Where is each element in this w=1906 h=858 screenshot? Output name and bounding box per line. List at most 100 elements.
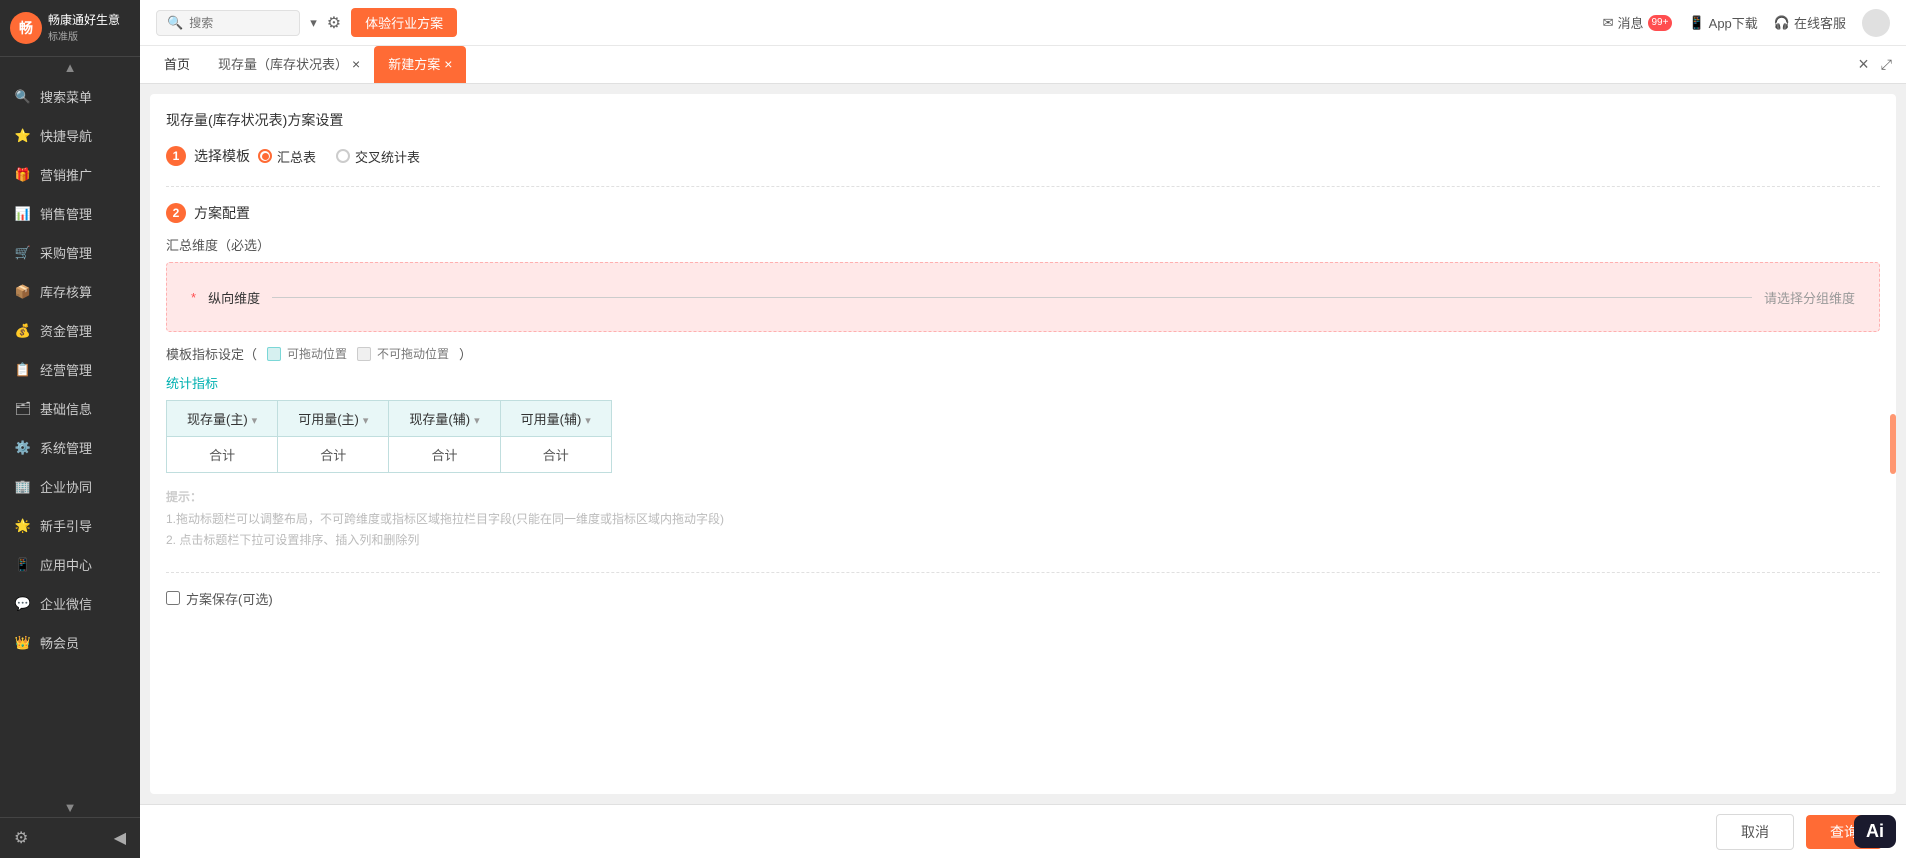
close-window-btn[interactable]: ×	[1854, 50, 1873, 79]
col-chevron-icon: ▾	[585, 415, 591, 427]
tab-home[interactable]: 首页	[150, 46, 204, 83]
app-center-icon: 📱	[14, 556, 32, 574]
audio-icon[interactable]: ◀	[114, 828, 126, 848]
col-chevron-icon: ▾	[363, 415, 369, 427]
sidebar-item-marketing[interactable]: 🎁 营销推广	[0, 155, 140, 194]
tips-item1: 1.拖动标题栏可以调整布局，不可跨维度或指标区域拖拉栏目字段(只能在同一维度或指…	[166, 512, 724, 526]
sidebar-item-wechat[interactable]: 💬 企业微信	[0, 584, 140, 623]
sidebar-scroll-up[interactable]: ▲	[0, 57, 140, 77]
new-guide-icon: 🌟	[14, 517, 32, 535]
enterprise-label: 企业协同	[40, 477, 92, 496]
radio-cross-label: 交叉统计表	[355, 147, 420, 166]
sales-icon: 📊	[14, 205, 32, 223]
save-checkbox[interactable]	[166, 591, 180, 605]
finance-label: 资金管理	[40, 321, 92, 340]
trial-btn[interactable]: 体验行业方案	[351, 8, 457, 37]
sidebar-item-basic-info[interactable]: 🗂 基础信息	[0, 389, 140, 428]
step1-header: 1 选择模板 汇总表 交叉统计表	[166, 146, 1880, 166]
dim-separator-line	[272, 297, 1752, 298]
tab-new-plan[interactable]: 新建方案 ×	[374, 46, 466, 83]
col-summary: 合计	[278, 437, 389, 473]
template-radio-group: 汇总表 交叉统计表	[258, 147, 420, 166]
sidebar-item-enterprise[interactable]: 🏢 企业协同	[0, 467, 140, 506]
purchase-label: 采购管理	[40, 243, 92, 262]
avatar[interactable]	[1862, 9, 1890, 37]
sidebar-nav: 🔍 搜索菜单 ⭐ 快捷导航 🎁 营销推广 📊 销售管理 🛒 采购管理 📦 库存核…	[0, 77, 140, 797]
save-row: 方案保存(可选)	[166, 589, 1880, 608]
step1-num: 1	[166, 146, 186, 166]
sidebar-item-operations[interactable]: 📋 经营管理	[0, 350, 140, 389]
topbar-right: ✉ 消息 99+ 📱 App下载 🎧 在线客服	[1603, 9, 1890, 37]
cancel-button[interactable]: 取消	[1716, 814, 1794, 850]
membership-label: 畅会员	[40, 633, 79, 652]
content-area: 现存量(库存状况表)方案设置 1 选择模板 汇总表 交叉统计表	[140, 84, 1906, 804]
online-service-btn[interactable]: 🎧 在线客服	[1774, 13, 1846, 32]
col-header[interactable]: 现存量(主)▾	[167, 401, 278, 437]
app-name: 畅康通好生意	[48, 13, 120, 29]
dropdown-trigger[interactable]: ▾	[310, 15, 317, 31]
app-tag: 标准版	[48, 28, 120, 43]
tab-new-plan-close[interactable]: ×	[444, 56, 452, 72]
sales-label: 销售管理	[40, 204, 92, 223]
sidebar-item-new-guide[interactable]: 🌟 新手引导	[0, 506, 140, 545]
col-header[interactable]: 可用量(主)▾	[278, 401, 389, 437]
tab-inventory-status[interactable]: 现存量（库存状况表） ×	[204, 46, 374, 83]
radio-cross[interactable]: 交叉统计表	[336, 147, 420, 166]
side-scrollbar[interactable]	[1890, 414, 1896, 474]
tab-home-label: 首页	[164, 54, 190, 73]
settings-icon[interactable]: ⚙	[14, 828, 28, 848]
sidebar-item-system[interactable]: ⚙️ 系统管理	[0, 428, 140, 467]
fixed-legend: 不可拖动位置	[357, 345, 449, 362]
search-box[interactable]: 🔍	[156, 10, 300, 36]
tab-inventory-close[interactable]: ×	[352, 56, 360, 72]
ai-badge: Ai	[1854, 815, 1896, 848]
operations-label: 经营管理	[40, 360, 92, 379]
search-input[interactable]	[189, 16, 289, 30]
fixed-legend-text: 不可拖动位置	[377, 345, 449, 362]
sidebar-item-app-center[interactable]: 📱 应用中心	[0, 545, 140, 584]
app-download-label: App下载	[1709, 13, 1758, 32]
enterprise-icon: 🏢	[14, 478, 32, 496]
step2-header: 2 方案配置	[166, 203, 1880, 223]
sidebar-item-finance[interactable]: 💰 资金管理	[0, 311, 140, 350]
search-menu-icon: 🔍	[14, 88, 32, 106]
tab-new-plan-label: 新建方案	[388, 54, 440, 73]
sidebar-item-sales[interactable]: 📊 销售管理	[0, 194, 140, 233]
col-header[interactable]: 现存量(辅)▾	[389, 401, 500, 437]
col-header[interactable]: 可用量(辅)▾	[500, 401, 611, 437]
system-label: 系统管理	[40, 438, 92, 457]
sidebar-item-search-menu[interactable]: 🔍 搜索菜单	[0, 77, 140, 116]
expand-window-btn[interactable]: ⤢	[1877, 52, 1896, 77]
radio-summary[interactable]: 汇总表	[258, 147, 316, 166]
settings-panel: 现存量(库存状况表)方案设置 1 选择模板 汇总表 交叉统计表	[150, 94, 1896, 794]
app-center-label: 应用中心	[40, 555, 92, 574]
app-logo-icon: 畅	[10, 12, 42, 44]
tips-item2: 2. 点击标题栏下拉可设置排序、插入列和删除列	[166, 533, 419, 547]
chevron-down-icon: ▾	[310, 15, 317, 31]
save-label[interactable]: 方案保存(可选)	[186, 589, 273, 608]
wechat-label: 企业微信	[40, 594, 92, 613]
tips-section: 提示： 1.拖动标题栏可以调整布局，不可跨维度或指标区域拖拉栏目字段(只能在同一…	[166, 487, 1880, 552]
gear-icon[interactable]: ⚙	[327, 13, 341, 33]
step2-label: 方案配置	[194, 203, 250, 223]
stats-title: 统计指标	[166, 373, 1880, 392]
step1-section: 1 选择模板 汇总表 交叉统计表	[166, 146, 1880, 166]
sidebar-item-purchase[interactable]: 🛒 采购管理	[0, 233, 140, 272]
sidebar-item-membership[interactable]: 👑 畅会员	[0, 623, 140, 662]
messages-btn[interactable]: ✉ 消息 99+	[1603, 13, 1673, 32]
step1-label: 选择模板	[194, 146, 250, 166]
sidebar-item-inventory[interactable]: 📦 库存核算	[0, 272, 140, 311]
membership-icon: 👑	[14, 634, 32, 652]
sidebar-item-quick-nav[interactable]: ⭐ 快捷导航	[0, 116, 140, 155]
message-icon: ✉	[1603, 15, 1614, 31]
sidebar-scroll-down[interactable]: ▼	[0, 797, 140, 817]
dimension-area[interactable]: * 纵向维度 请选择分组维度	[166, 262, 1880, 332]
fixed-legend-box	[357, 347, 371, 361]
tabbar: 首页 现存量（库存状况表） × 新建方案 × × ⤢	[140, 46, 1906, 84]
app-download-btn[interactable]: 📱 App下载	[1688, 13, 1757, 32]
col-chevron-icon: ▾	[252, 415, 258, 427]
tips-title: 提示：	[166, 490, 202, 504]
indicator-label-text: 模板指标设定（	[166, 344, 257, 363]
table-header-row: 现存量(主)▾可用量(主)▾现存量(辅)▾可用量(辅)▾	[167, 401, 612, 437]
headset-icon: 🎧	[1774, 15, 1790, 31]
